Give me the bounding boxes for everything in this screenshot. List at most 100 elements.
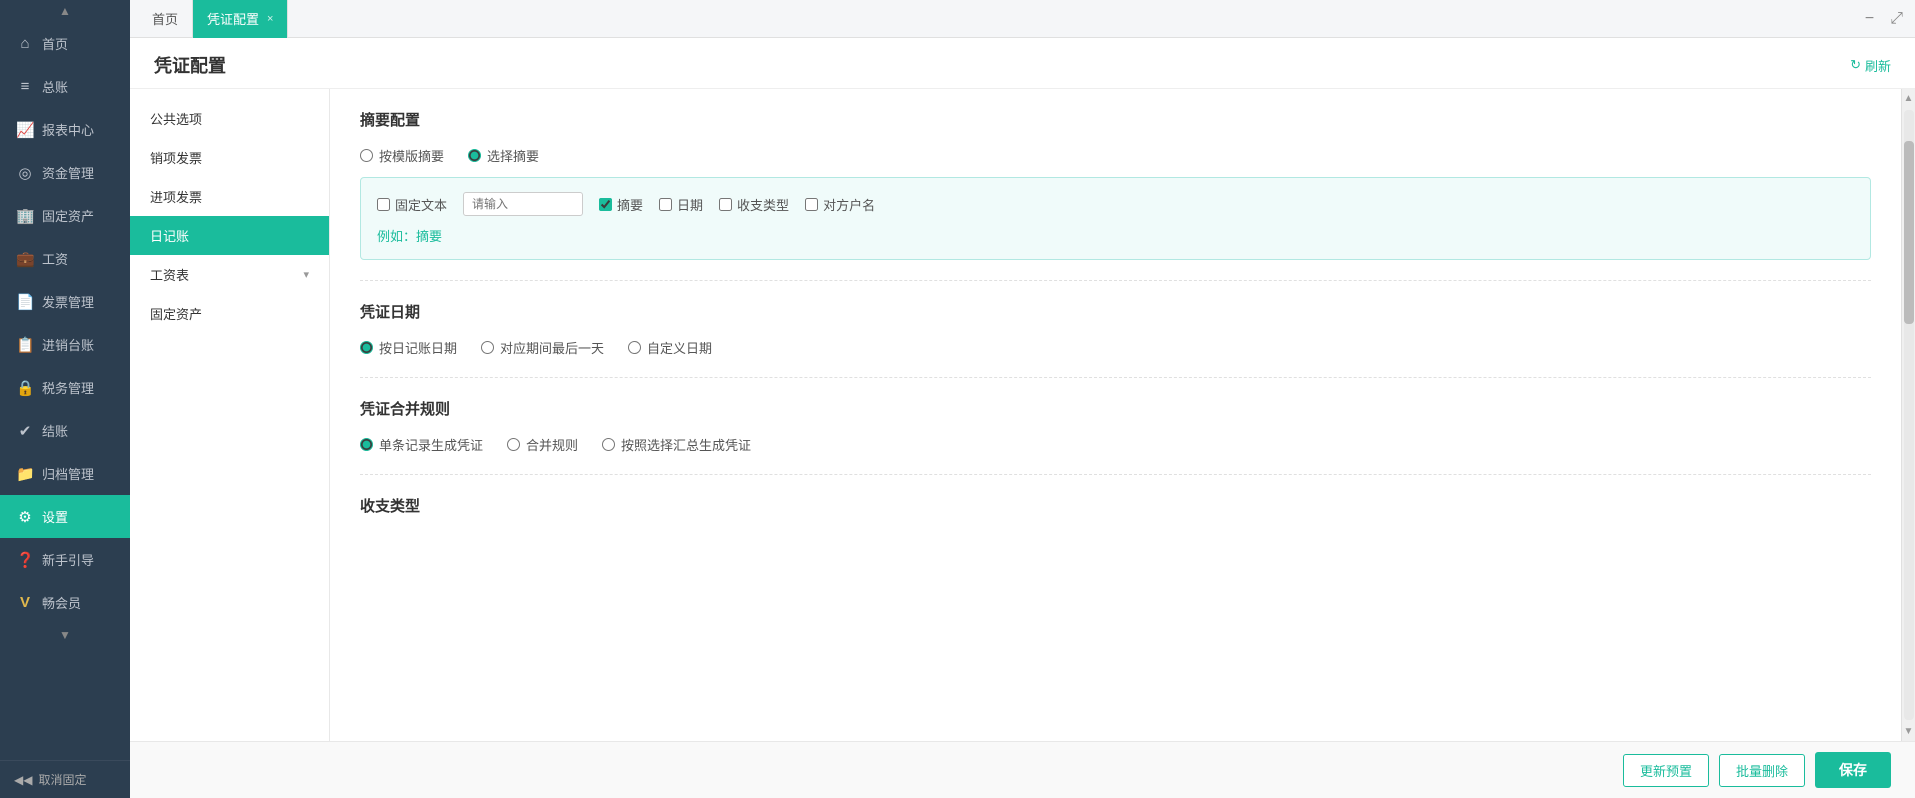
- summary-checkboxes: 固定文本 摘要 日期: [377, 192, 1854, 216]
- fixed-text-input[interactable]: [463, 192, 583, 216]
- page-header: 凭证配置 ↻ 刷新: [130, 38, 1915, 89]
- batch-delete-button[interactable]: 批量删除: [1719, 754, 1805, 787]
- settings-icon: ⚙: [16, 508, 34, 526]
- main-area: 首页 凭证配置 × − ⤢ 凭证配置 ↻ 刷新 公共选项: [130, 0, 1915, 798]
- voucher-date-radio-custom[interactable]: 自定义日期: [628, 338, 712, 357]
- check-counterparty-input[interactable]: [805, 198, 818, 211]
- voucher-date-radio-group: 按日记账日期 对应期间最后一天 自定义日期: [360, 338, 1871, 357]
- summary-config-title: 摘要配置: [360, 109, 1871, 130]
- payroll-icon: 💼: [16, 250, 34, 268]
- check-date[interactable]: 日期: [659, 195, 703, 214]
- check-abstract[interactable]: 摘要: [599, 195, 643, 214]
- merge-rules-radio-group: 单条记录生成凭证 合并规则 按照选择汇总生成凭证: [360, 435, 1871, 454]
- summary-config-section: 摘要配置 按模版摘要 选择摘要: [360, 109, 1871, 281]
- check-income-type[interactable]: 收支类型: [719, 195, 789, 214]
- merge-rules-section: 凭证合并规则 单条记录生成凭证 合并规则: [360, 398, 1871, 475]
- left-nav-item-sales-invoice[interactable]: 销项发票: [130, 138, 329, 177]
- merge-radio-rules[interactable]: 合并规则: [507, 435, 578, 454]
- sidebar-item-vip[interactable]: V 畅会员: [0, 581, 130, 624]
- voucher-date-radio-last-day-input[interactable]: [481, 341, 494, 354]
- sidebar-item-tax[interactable]: 🔒 税务管理: [0, 366, 130, 409]
- check-fixed-text[interactable]: 固定文本: [377, 195, 447, 214]
- sidebar-item-archive[interactable]: 📁 归档管理: [0, 452, 130, 495]
- right-panel: 摘要配置 按模版摘要 选择摘要: [330, 89, 1901, 741]
- unpin-icon: ◀◀: [14, 773, 32, 787]
- vip-icon: V: [16, 594, 34, 611]
- tab-close-button[interactable]: ×: [267, 13, 273, 25]
- right-scrollbar: ▲ ▼: [1901, 89, 1915, 741]
- voucher-date-radio-custom-input[interactable]: [628, 341, 641, 354]
- summary-radio-select[interactable]: 选择摘要: [468, 146, 539, 165]
- reports-icon: 📈: [16, 121, 34, 139]
- check-abstract-input[interactable]: [599, 198, 612, 211]
- summary-radio-group: 按模版摘要 选择摘要: [360, 146, 1871, 165]
- refresh-icon: ↻: [1850, 57, 1861, 73]
- update-preview-button[interactable]: 更新预置: [1623, 754, 1709, 787]
- sidebar: ▲ ⌂ 首页 ≡ 总账 📈 报表中心 ◎ 资金管理 🏢 固定资产 💼 工资 📄 …: [0, 0, 130, 798]
- check-date-input[interactable]: [659, 198, 672, 211]
- chevron-down-icon: ▾: [303, 268, 309, 281]
- left-nav: 公共选项 销项发票 进项发票 日记账 工资表 ▾ 固定资产: [130, 89, 330, 741]
- sidebar-item-payroll[interactable]: 💼 工资: [0, 237, 130, 280]
- sidebar-item-purchase-sales[interactable]: 📋 进销台账: [0, 323, 130, 366]
- left-nav-item-fixed-assets[interactable]: 固定资产: [130, 294, 329, 333]
- merge-radio-select[interactable]: 按照选择汇总生成凭证: [602, 435, 751, 454]
- funds-icon: ◎: [16, 164, 34, 182]
- check-income-type-input[interactable]: [719, 198, 732, 211]
- merge-radio-single[interactable]: 单条记录生成凭证: [360, 435, 483, 454]
- sidebar-unpin-button[interactable]: ◀◀ 取消固定: [0, 760, 130, 798]
- merge-radio-select-input[interactable]: [602, 438, 615, 451]
- income-type-title: 收支类型: [360, 495, 1871, 516]
- sidebar-item-reports[interactable]: 📈 报表中心: [0, 108, 130, 151]
- summary-config-box: 固定文本 摘要 日期: [360, 177, 1871, 260]
- left-nav-item-journal[interactable]: 日记账: [130, 216, 329, 255]
- sidebar-scroll-up[interactable]: ▲: [0, 0, 130, 22]
- sidebar-item-settlement[interactable]: ✔ 结账: [0, 409, 130, 452]
- tab-bar: 首页 凭证配置 × − ⤢: [130, 0, 1915, 38]
- tax-icon: 🔒: [16, 379, 34, 397]
- bottom-bar: 更新预置 批量删除 保存: [130, 741, 1915, 798]
- scroll-down-arrow[interactable]: ▼: [1904, 722, 1914, 741]
- archive-icon: 📁: [16, 465, 34, 483]
- refresh-button[interactable]: ↻ 刷新: [1850, 56, 1891, 75]
- save-button[interactable]: 保存: [1815, 752, 1891, 788]
- ledger-icon: ≡: [16, 78, 34, 95]
- sidebar-item-settings[interactable]: ⚙ 设置: [0, 495, 130, 538]
- voucher-date-radio-last-day[interactable]: 对应期间最后一天: [481, 338, 604, 357]
- sidebar-item-fixed-assets[interactable]: 🏢 固定资产: [0, 194, 130, 237]
- restore-button[interactable]: ⤢: [1886, 10, 1907, 28]
- summary-radio-select-input[interactable]: [468, 149, 481, 162]
- left-nav-item-public[interactable]: 公共选项: [130, 99, 329, 138]
- fixed-assets-icon: 🏢: [16, 207, 34, 225]
- check-fixed-text-input[interactable]: [377, 198, 390, 211]
- merge-radio-single-input[interactable]: [360, 438, 373, 451]
- sidebar-item-invoice[interactable]: 📄 发票管理: [0, 280, 130, 323]
- guide-icon: ❓: [16, 551, 34, 569]
- home-icon: ⌂: [16, 35, 34, 52]
- sidebar-item-guide[interactable]: ❓ 新手引导: [0, 538, 130, 581]
- minimize-button[interactable]: −: [1861, 10, 1878, 28]
- sidebar-item-funds[interactable]: ◎ 资金管理: [0, 151, 130, 194]
- settlement-icon: ✔: [16, 422, 34, 440]
- voucher-date-section: 凭证日期 按日记账日期 对应期间最后一天: [360, 301, 1871, 378]
- voucher-date-radio-journal-input[interactable]: [360, 341, 373, 354]
- left-nav-item-payroll-table[interactable]: 工资表 ▾: [130, 255, 329, 294]
- sidebar-item-home[interactable]: ⌂ 首页: [0, 22, 130, 65]
- page-content: 凭证配置 ↻ 刷新 公共选项 销项发票 进项发票 日记账: [130, 38, 1915, 798]
- sidebar-scroll-down[interactable]: ▼: [0, 624, 130, 646]
- tab-home[interactable]: 首页: [138, 0, 193, 38]
- check-counterparty[interactable]: 对方户名: [805, 195, 875, 214]
- summary-radio-template-input[interactable]: [360, 149, 373, 162]
- voucher-date-title: 凭证日期: [360, 301, 1871, 322]
- income-type-section: 收支类型: [360, 495, 1871, 552]
- summary-radio-template[interactable]: 按模版摘要: [360, 146, 444, 165]
- scroll-up-arrow[interactable]: ▲: [1904, 89, 1914, 108]
- sidebar-item-ledger[interactable]: ≡ 总账: [0, 65, 130, 108]
- merge-radio-rules-input[interactable]: [507, 438, 520, 451]
- voucher-date-radio-journal[interactable]: 按日记账日期: [360, 338, 457, 357]
- tab-voucher-config[interactable]: 凭证配置 ×: [193, 0, 288, 38]
- left-nav-item-purchase-invoice[interactable]: 进项发票: [130, 177, 329, 216]
- scroll-thumb[interactable]: [1904, 141, 1914, 324]
- merge-rules-title: 凭证合并规则: [360, 398, 1871, 419]
- purchase-sales-icon: 📋: [16, 336, 34, 354]
